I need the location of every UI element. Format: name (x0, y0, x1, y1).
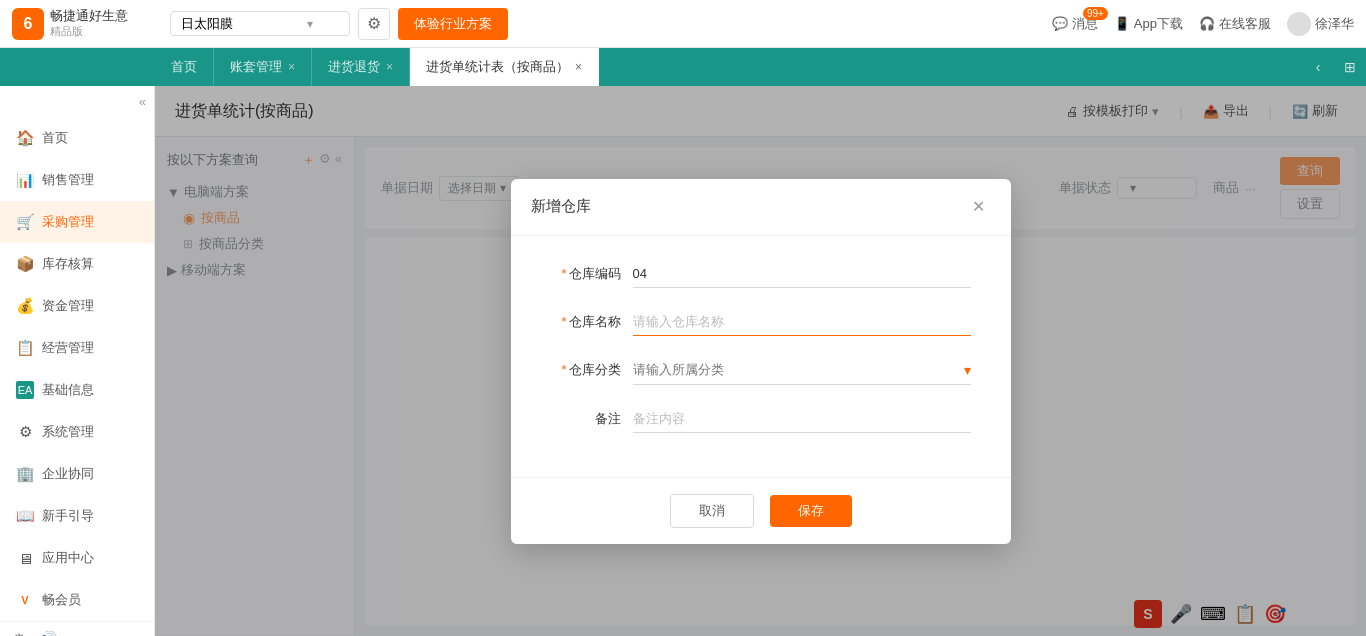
category-label: *仓库分类 (551, 361, 621, 379)
tab-next-icon[interactable]: ⊞ (1334, 48, 1366, 86)
sidebar-item-basic[interactable]: EA 基础信息 (0, 369, 154, 411)
form-row-category: *仓库分类 ▾ (551, 356, 971, 385)
tab-controls: ‹ ⊞ (1302, 48, 1366, 86)
system-icon: ⚙ (16, 423, 34, 441)
sidebar: « 🏠 首页 📊 销售管理 🛒 采购管理 📦 库存核算 💰 资金管理 📋 经营管… (0, 86, 155, 636)
purchase-icon: 🛒 (16, 213, 34, 231)
code-label: *仓库编码 (551, 265, 621, 283)
remark-label: 备注 (551, 410, 621, 428)
sidebar-item-appcenter[interactable]: 🖥 应用中心 (0, 537, 154, 579)
header-right: 💬 消息 99+ 📱 App下载 🎧 在线客服 徐泽华 (1052, 12, 1354, 36)
guide-icon: 📖 (16, 507, 34, 525)
search-dropdown-arrow[interactable]: ▾ (307, 17, 313, 31)
sidebar-collapse-btn[interactable]: « (0, 86, 154, 117)
main-layout: « 🏠 首页 📊 销售管理 🛒 采购管理 📦 库存核算 💰 资金管理 📋 经营管… (0, 86, 1366, 636)
dialog-header: 新增仓库 ✕ (511, 179, 1011, 236)
sidebar-item-enterprise[interactable]: 🏢 企业协同 (0, 453, 154, 495)
form-row-name: *仓库名称 (551, 308, 971, 336)
tab-bar: 首页 账套管理 × 进货退货 × 进货单统计表（按商品） × ‹ ⊞ (0, 48, 1366, 86)
message-icon: 💬 (1052, 16, 1068, 31)
basic-icon: EA (16, 381, 34, 399)
modal-overlay: 新增仓库 ✕ *仓库编码 *仓库名称 (155, 86, 1366, 636)
sidebar-volume-icon[interactable]: 🔊 (38, 630, 58, 636)
settings-icon[interactable]: ⚙ (358, 8, 390, 40)
cancel-button[interactable]: 取消 (670, 494, 754, 528)
phone-icon: 📱 (1114, 16, 1130, 31)
store-search-box[interactable]: ▾ (170, 11, 350, 36)
sidebar-item-operations[interactable]: 📋 经营管理 (0, 327, 154, 369)
name-label: *仓库名称 (551, 313, 621, 331)
avatar (1287, 12, 1311, 36)
enterprise-icon: 🏢 (16, 465, 34, 483)
save-button[interactable]: 保存 (770, 495, 852, 527)
category-select[interactable]: ▾ (633, 356, 971, 385)
inventory-icon: 📦 (16, 255, 34, 273)
dialog-title: 新增仓库 (531, 197, 591, 216)
store-search-input[interactable] (181, 16, 301, 31)
form-row-remark: 备注 (551, 405, 971, 433)
sidebar-settings-icon[interactable]: ⚙ (12, 630, 26, 636)
tab-home[interactable]: 首页 (155, 48, 214, 86)
headset-icon: 🎧 (1199, 16, 1215, 31)
category-dropdown-arrow-icon: ▾ (964, 362, 971, 378)
appcenter-icon: 🖥 (16, 549, 34, 567)
logo-area: 6 畅捷通好生意 精品版 (12, 8, 162, 40)
sidebar-item-purchase[interactable]: 🛒 采购管理 (0, 201, 154, 243)
new-warehouse-dialog: 新增仓库 ✕ *仓库编码 *仓库名称 (511, 179, 1011, 544)
top-header: 6 畅捷通好生意 精品版 ▾ ⚙ 体验行业方案 💬 消息 99+ 📱 App下载… (0, 0, 1366, 48)
tab-close-purchase-stats[interactable]: × (575, 60, 582, 74)
tab-close-purchase-return[interactable]: × (386, 60, 393, 74)
sidebar-item-system[interactable]: ⚙ 系统管理 (0, 411, 154, 453)
operations-icon: 📋 (16, 339, 34, 357)
sidebar-bottom-bar: ⚙ 🔊 (0, 621, 154, 636)
warehouse-name-input[interactable] (633, 308, 971, 336)
app-download-link[interactable]: 📱 App下载 (1114, 15, 1183, 33)
sidebar-item-sales[interactable]: 📊 销售管理 (0, 159, 154, 201)
tab-prev-icon[interactable]: ‹ (1302, 48, 1334, 86)
sales-icon: 📊 (16, 171, 34, 189)
trial-button[interactable]: 体验行业方案 (398, 8, 508, 40)
warehouse-code-input[interactable] (633, 260, 971, 288)
home-icon: 🏠 (16, 129, 34, 147)
form-row-code: *仓库编码 (551, 260, 971, 288)
finance-icon: 💰 (16, 297, 34, 315)
tab-purchase-return[interactable]: 进货退货 × (312, 48, 410, 86)
user-avatar-link[interactable]: 徐泽华 (1287, 12, 1354, 36)
vip-icon: V (16, 591, 34, 609)
sidebar-item-home[interactable]: 🏠 首页 (0, 117, 154, 159)
brand-text: 畅捷通好生意 精品版 (50, 8, 128, 40)
tab-accounts[interactable]: 账套管理 × (214, 48, 312, 86)
notification-link[interactable]: 💬 消息 99+ (1052, 15, 1098, 33)
tab-purchase-stats[interactable]: 进货单统计表（按商品） × (410, 48, 599, 86)
dialog-footer: 取消 保存 (511, 477, 1011, 544)
sidebar-item-inventory[interactable]: 📦 库存核算 (0, 243, 154, 285)
notification-badge: 99+ (1083, 7, 1108, 20)
tab-close-accounts[interactable]: × (288, 60, 295, 74)
remark-input[interactable] (633, 405, 971, 433)
sidebar-item-finance[interactable]: 💰 资金管理 (0, 285, 154, 327)
online-service-link[interactable]: 🎧 在线客服 (1199, 15, 1271, 33)
sidebar-item-vip[interactable]: V 畅会员 (0, 579, 154, 621)
dialog-close-button[interactable]: ✕ (967, 195, 991, 219)
dialog-body: *仓库编码 *仓库名称 *仓库分类 (511, 236, 1011, 477)
sidebar-item-guide[interactable]: 📖 新手引导 (0, 495, 154, 537)
category-select-input[interactable] (633, 362, 964, 377)
app-logo-icon: 6 (12, 8, 44, 40)
content-area: 进货单统计(按商品) 🖨 按模板打印 ▾ | 📤 导出 | 🔄 刷新 (155, 86, 1366, 636)
